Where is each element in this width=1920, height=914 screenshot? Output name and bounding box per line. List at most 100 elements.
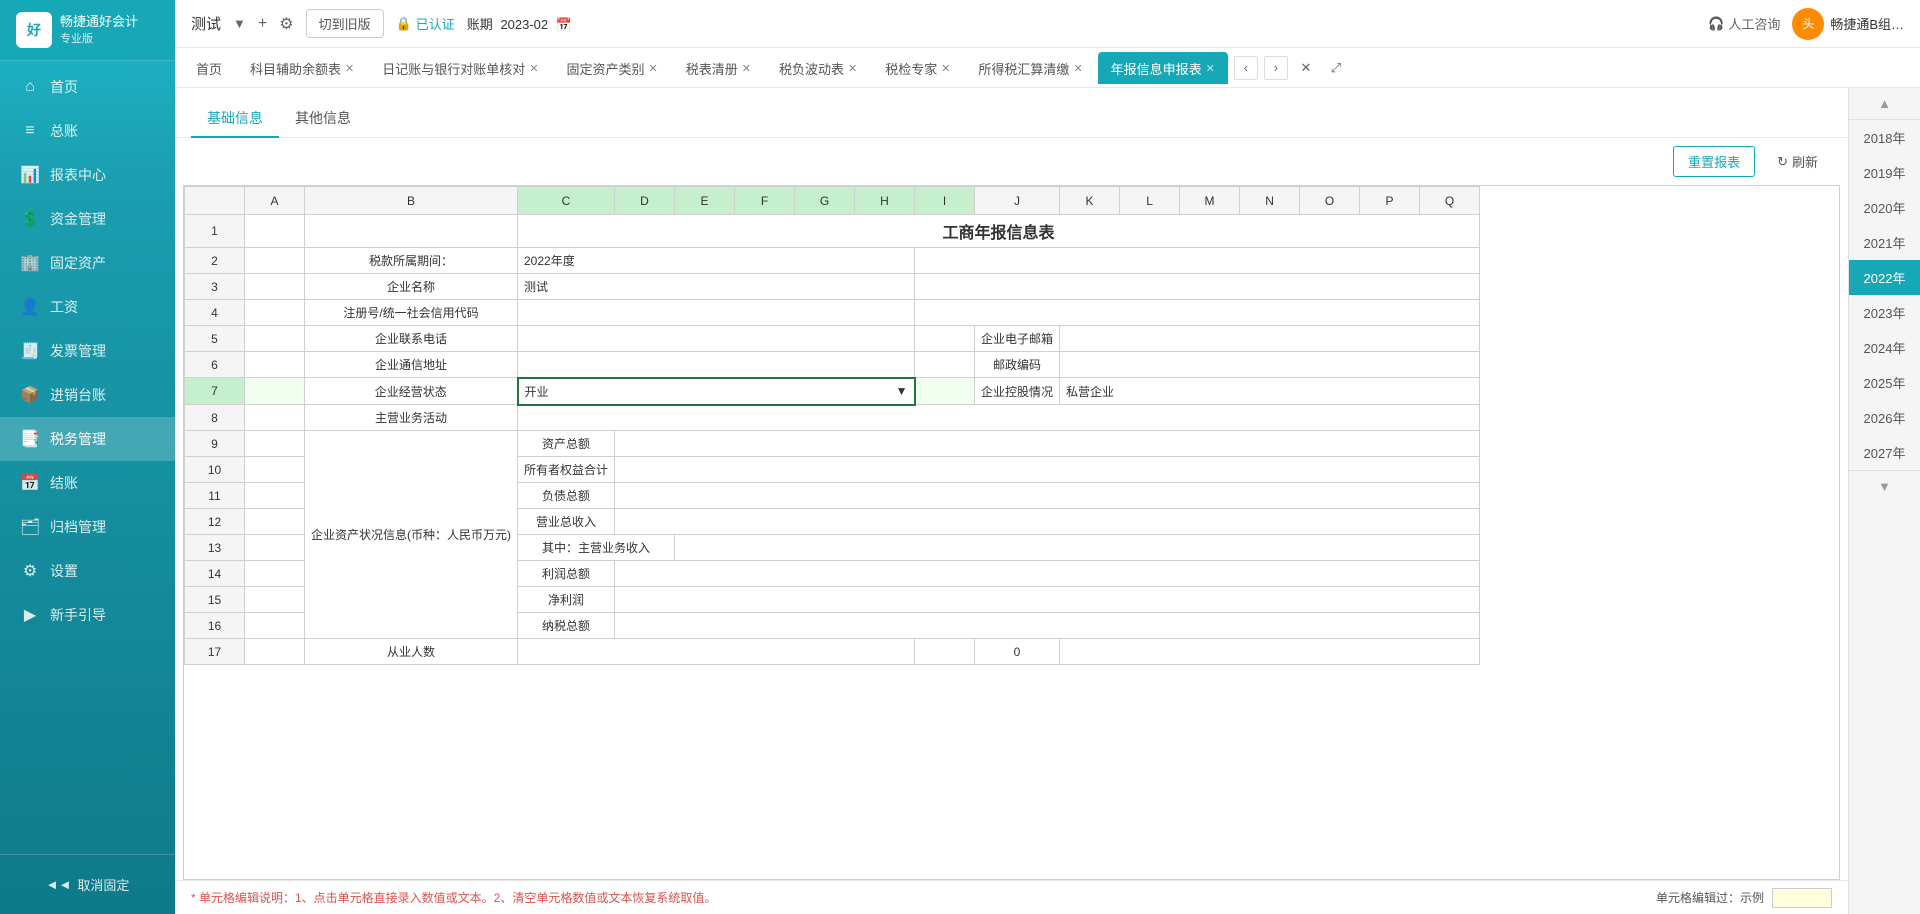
year-item-2024[interactable]: 2024年 [1849, 330, 1920, 365]
sidebar-item-ledger[interactable]: ≡ 总账 [0, 109, 175, 153]
service-button[interactable]: 🎧 人工咨询 [1708, 14, 1780, 33]
col-header-k[interactable]: K [1060, 187, 1120, 215]
cell-16-a[interactable] [245, 613, 305, 639]
year-item-2026[interactable]: 2026年 [1849, 400, 1920, 435]
cell-7-c[interactable]: 开业 ▼ [518, 378, 915, 405]
tab-fixed[interactable]: 固定资产类别 ✕ [553, 52, 670, 84]
cell-5-k[interactable] [1060, 326, 1480, 352]
cell-6-i[interactable] [915, 352, 975, 378]
sidebar-item-archive[interactable]: 🗂 归档管理 [0, 505, 175, 549]
switch-old-version-button[interactable]: 切到旧版 [306, 9, 384, 38]
cell-12-d[interactable] [615, 509, 1480, 535]
cell-10-d[interactable] [615, 457, 1480, 483]
tab-close-taxcheck[interactable]: ✕ [941, 62, 950, 75]
cell-12-a[interactable] [245, 509, 305, 535]
workspace-dropdown[interactable]: ▼ [233, 16, 246, 31]
sidebar-item-tax[interactable]: 📑 税务管理 [0, 417, 175, 461]
refresh-button[interactable]: ↻ 刷新 [1763, 147, 1832, 176]
col-header-g[interactable]: G [795, 187, 855, 215]
sidebar-item-settings[interactable]: ⚙ 设置 [0, 549, 175, 593]
tab-close-journal[interactable]: ✕ [529, 62, 538, 75]
cell-13-e[interactable] [675, 535, 1480, 561]
cell-7-a[interactable] [245, 378, 305, 405]
col-header-c[interactable]: C [518, 187, 615, 215]
tab-close-all-button[interactable]: ✕ [1294, 56, 1318, 80]
tab-annual[interactable]: 年报信息申报表 ✕ [1098, 52, 1228, 84]
year-item-2021[interactable]: 2021年 [1849, 225, 1920, 260]
sidebar-item-home[interactable]: ⌂ 首页 [0, 65, 175, 109]
cell-5-a[interactable] [245, 326, 305, 352]
tab-income[interactable]: 所得税汇算清缴 ✕ [965, 52, 1095, 84]
sidebar-item-invoice[interactable]: 🧾 发票管理 [0, 329, 175, 373]
cell-2-c[interactable]: 2022年度 [518, 248, 915, 274]
workspace-settings-button[interactable]: ⚙ [279, 14, 293, 34]
calendar-icon[interactable]: 📅 [556, 17, 572, 32]
tab-home[interactable]: 首页 [183, 52, 235, 84]
cell-17-k[interactable] [1060, 639, 1480, 665]
cell-4-j[interactable] [915, 300, 1480, 326]
tab-close-aux[interactable]: ✕ [345, 62, 354, 75]
cell-8-c[interactable] [518, 405, 1480, 431]
cell-5-c[interactable] [518, 326, 915, 352]
sidebar-item-close[interactable]: 📅 结账 [0, 461, 175, 505]
cell-3-j[interactable] [915, 274, 1480, 300]
year-item-2020[interactable]: 2020年 [1849, 190, 1920, 225]
sidebar-item-fund[interactable]: 💲 资金管理 [0, 197, 175, 241]
tab-close-annual[interactable]: ✕ [1206, 62, 1215, 75]
year-scroll-up-button[interactable]: ▲ [1849, 88, 1920, 120]
sidebar-item-asset[interactable]: 🏢 固定资产 [0, 241, 175, 285]
tab-taxwave[interactable]: 税负波动表 ✕ [766, 52, 870, 84]
year-item-2018[interactable]: 2018年 [1849, 120, 1920, 155]
col-header-m[interactable]: M [1180, 187, 1240, 215]
cell-7-k[interactable]: 私营企业 [1060, 378, 1480, 405]
col-header-n[interactable]: N [1240, 187, 1300, 215]
sidebar-item-guide[interactable]: ▶ 新手引导 [0, 593, 175, 637]
year-scroll-down-button[interactable]: ▼ [1849, 470, 1920, 502]
cell-9-d[interactable] [615, 431, 1480, 457]
sidebar-item-report[interactable]: 📊 报表中心 [0, 153, 175, 197]
col-header-p[interactable]: P [1360, 187, 1420, 215]
cell-8-a[interactable] [245, 405, 305, 431]
cell-1-b[interactable] [305, 215, 518, 248]
cell-2-a[interactable] [245, 248, 305, 274]
col-header-o[interactable]: O [1300, 187, 1360, 215]
col-header-h[interactable]: H [855, 187, 915, 215]
year-item-2019[interactable]: 2019年 [1849, 155, 1920, 190]
cell-17-i[interactable] [915, 639, 975, 665]
cell-16-d[interactable] [615, 613, 1480, 639]
cell-3-c[interactable]: 测试 [518, 274, 915, 300]
sidebar-item-purchase[interactable]: 📦 进销台账 [0, 373, 175, 417]
cell-1-a[interactable] [245, 215, 305, 248]
tab-close-income[interactable]: ✕ [1073, 62, 1082, 75]
cell-13-a[interactable] [245, 535, 305, 561]
unpin-button[interactable]: ◄◄ 取消固定 [0, 865, 175, 904]
sub-tab-basic[interactable]: 基础信息 [191, 100, 279, 138]
dropdown-arrow-icon[interactable]: ▼ [896, 384, 908, 398]
year-item-2022[interactable]: 2022年 [1849, 260, 1920, 295]
reset-report-button[interactable]: 重置报表 [1673, 146, 1755, 177]
col-header-e[interactable]: E [675, 187, 735, 215]
tab-close-taxwave[interactable]: ✕ [848, 62, 857, 75]
year-item-2027[interactable]: 2027年 [1849, 435, 1920, 470]
cell-7-i[interactable] [915, 378, 975, 405]
cell-5-i[interactable] [915, 326, 975, 352]
cell-10-a[interactable] [245, 457, 305, 483]
cell-4-a[interactable] [245, 300, 305, 326]
cell-17-a[interactable] [245, 639, 305, 665]
col-header-d[interactable]: D [615, 187, 675, 215]
tab-aux[interactable]: 科目辅助余额表 ✕ [237, 52, 367, 84]
cell-2-j[interactable] [915, 248, 1480, 274]
sidebar-item-salary[interactable]: 👤 工资 [0, 285, 175, 329]
col-header-l[interactable]: L [1120, 187, 1180, 215]
cell-15-d[interactable] [615, 587, 1480, 613]
tab-taxcheck[interactable]: 税检专家 ✕ [872, 52, 963, 84]
user-menu[interactable]: 头 畅捷通B组… [1792, 8, 1904, 40]
col-header-j[interactable]: J [975, 187, 1060, 215]
spreadsheet-wrapper[interactable]: A B C D E F G H I J K L M [183, 185, 1840, 880]
tab-taxform[interactable]: 税表清册 ✕ [673, 52, 764, 84]
col-header-f[interactable]: F [735, 187, 795, 215]
col-header-b[interactable]: B [305, 187, 518, 215]
cell-14-a[interactable] [245, 561, 305, 587]
year-item-2023[interactable]: 2023年 [1849, 295, 1920, 330]
cell-6-c[interactable] [518, 352, 915, 378]
